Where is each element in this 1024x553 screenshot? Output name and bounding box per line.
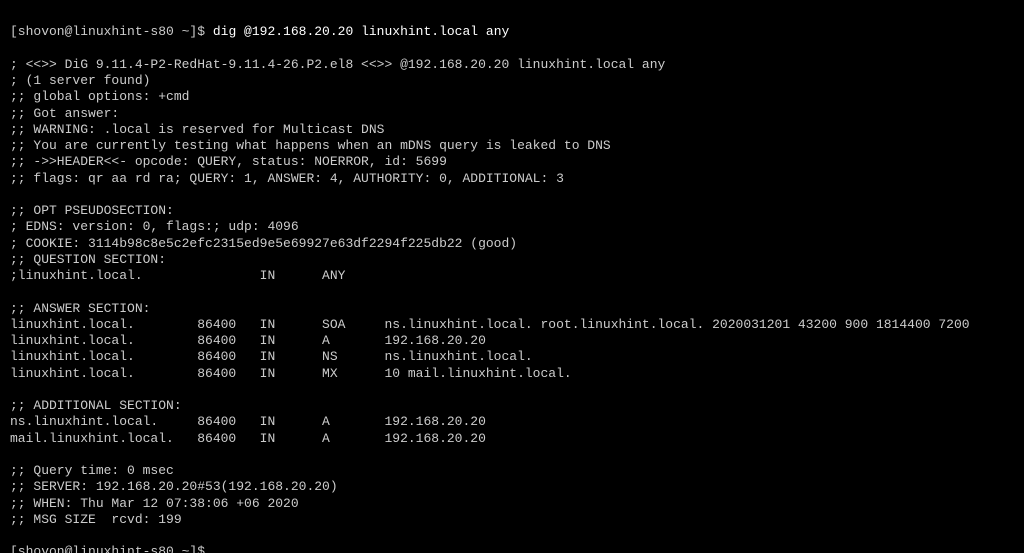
cookie-line: ; COOKIE: 3114b98c8e5c2efc2315ed9e5e6992… <box>10 236 517 251</box>
warning-mdns-1: ;; WARNING: .local is reserved for Multi… <box>10 122 384 137</box>
got-answer: ;; Got answer: <box>10 106 119 121</box>
answer-row: linuxhint.local. 86400 IN NS ns.linuxhin… <box>10 349 533 364</box>
terminal-output: [shovon@linuxhint-s80 ~]$ dig @192.168.2… <box>0 0 1024 553</box>
additional-row: ns.linuxhint.local. 86400 IN A 192.168.2… <box>10 414 486 429</box>
when-line: ;; WHEN: Thu Mar 12 07:38:06 +06 2020 <box>10 496 299 511</box>
dig-banner: ; <<>> DiG 9.11.4-P2-RedHat-9.11.4-26.P2… <box>10 57 665 72</box>
additional-section-title: ;; ADDITIONAL SECTION: <box>10 398 182 413</box>
server-found: ; (1 server found) <box>10 73 150 88</box>
answer-row: linuxhint.local. 86400 IN MX 10 mail.lin… <box>10 366 572 381</box>
edns-line: ; EDNS: version: 0, flags:; udp: 4096 <box>10 219 299 234</box>
warning-mdns-2: ;; You are currently testing what happen… <box>10 138 611 153</box>
response-header: ;; ->>HEADER<<- opcode: QUERY, status: N… <box>10 154 447 169</box>
server-line: ;; SERVER: 192.168.20.20#53(192.168.20.2… <box>10 479 338 494</box>
shell-prompt[interactable]: [shovon@linuxhint-s80 ~]$ <box>10 544 213 553</box>
msg-size: ;; MSG SIZE rcvd: 199 <box>10 512 182 527</box>
question-section-title: ;; QUESTION SECTION: <box>10 252 166 267</box>
entered-command: dig @192.168.20.20 linuxhint.local any <box>213 24 509 39</box>
question-row: ;linuxhint.local. IN ANY <box>10 268 345 283</box>
query-time: ;; Query time: 0 msec <box>10 463 174 478</box>
opt-section-title: ;; OPT PSEUDOSECTION: <box>10 203 174 218</box>
answer-row: linuxhint.local. 86400 IN A 192.168.20.2… <box>10 333 486 348</box>
response-flags: ;; flags: qr aa rd ra; QUERY: 1, ANSWER:… <box>10 171 564 186</box>
additional-row: mail.linuxhint.local. 86400 IN A 192.168… <box>10 431 486 446</box>
global-options: ;; global options: +cmd <box>10 89 189 104</box>
shell-prompt: [shovon@linuxhint-s80 ~]$ <box>10 24 213 39</box>
answer-row: linuxhint.local. 86400 IN SOA ns.linuxhi… <box>10 317 970 332</box>
answer-section-title: ;; ANSWER SECTION: <box>10 301 150 316</box>
